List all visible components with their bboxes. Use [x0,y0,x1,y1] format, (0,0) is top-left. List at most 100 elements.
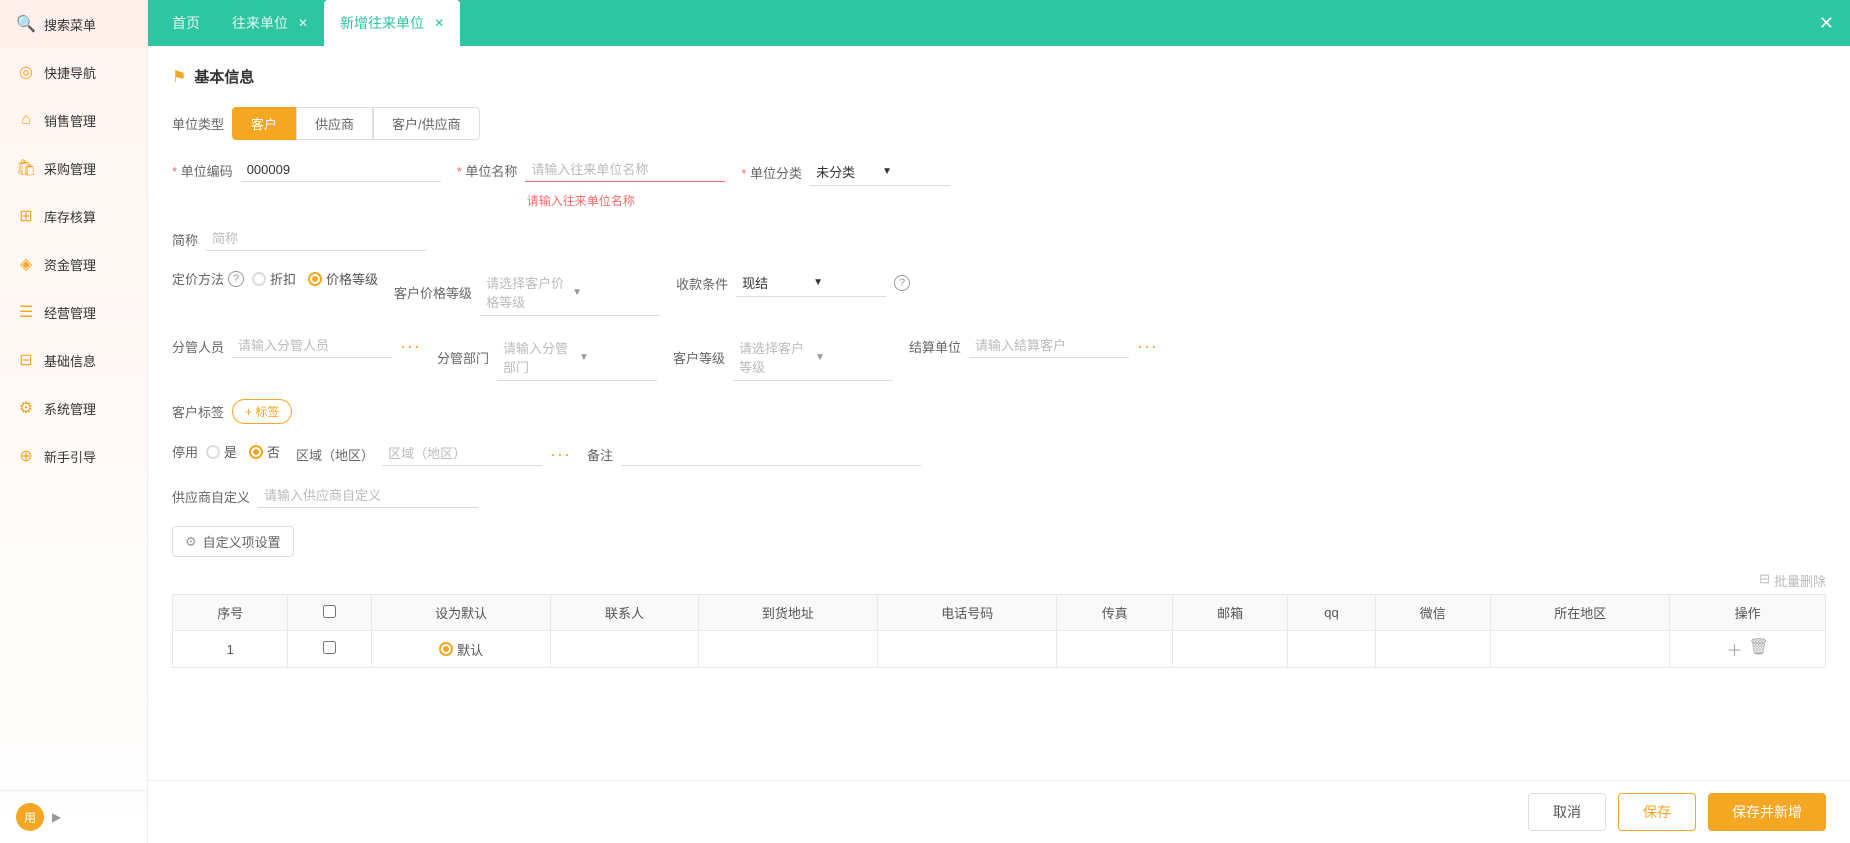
tab-new-contact-close[interactable]: ✕ [434,16,444,30]
sidebar-item-inventory[interactable]: ⊞ 库存核算 [0,192,147,240]
pricing-discount-option[interactable]: 折扣 [252,269,296,288]
tags-group: 客户标签 + 标签 [172,399,292,424]
tags-row: 客户标签 + 标签 [172,399,1826,424]
payment-help-icon[interactable]: ? [894,275,910,291]
pricing-level-option[interactable]: 价格等级 [308,269,378,288]
pricing-row: 定价方法 ? 折扣 价格等级 客户价格等级 请选择客户价 [172,269,1826,316]
sidebar-item-operations[interactable]: ☰ 经营管理 [0,288,147,336]
row-seq: 1 [173,631,288,668]
unit-type-row: 单位类型 客户 供应商 客户/供应商 [172,107,1826,140]
select-all-checkbox[interactable] [323,605,336,618]
unit-category-select[interactable]: 未分类 ▼ [810,158,950,186]
col-wechat: 微信 [1375,595,1490,631]
type-btn-both[interactable]: 客户/供应商 [373,107,480,140]
custom-settings-button[interactable]: ⚙ 自定义项设置 [172,526,294,557]
region-more-btn[interactable]: ··· [550,444,571,465]
cancel-button[interactable]: 取消 [1528,793,1606,831]
type-btn-customer[interactable]: 客户 [232,107,296,140]
tab-contacts-close[interactable]: ✕ [298,16,308,30]
chevron-down-icon: ▼ [572,287,654,298]
save-button[interactable]: 保存 [1618,793,1696,831]
row-delete-icon[interactable]: 🗑 [1749,637,1769,661]
row-phone [878,631,1057,668]
sidebar-item-sales[interactable]: ⌂ 销售管理 [0,96,147,144]
disabled-radio-group: 是 否 [206,442,280,461]
default-radio[interactable] [439,642,453,656]
tab-contacts[interactable]: 往来单位 ✕ [216,0,324,46]
manager-input[interactable] [232,334,392,358]
row-fax [1057,631,1172,668]
unit-category-group: 单位分类 未分类 ▼ [741,158,950,186]
col-seq: 序号 [173,595,288,631]
pricing-help-icon[interactable]: ? [228,271,244,287]
sidebar-item-basic[interactable]: ⊟ 基础信息 [0,336,147,384]
sidebar-item-system[interactable]: ⚙ 系统管理 [0,384,147,432]
pricing-radio-group: 折扣 价格等级 [252,269,378,288]
close-all-tabs-icon[interactable]: ✕ [1819,14,1834,32]
payment-select[interactable]: 现结 ▼ [736,269,886,297]
pricing-discount-radio [252,272,266,286]
disabled-group: 停用 是 否 [172,442,280,461]
sidebar-item-guide[interactable]: ⊕ 新手引导 [0,432,147,480]
sidebar-item-quicknav[interactable]: ◎ 快捷导航 [0,48,147,96]
save-new-button[interactable]: 保存并新增 [1708,793,1826,831]
unit-code-input[interactable] [241,158,441,182]
manager-group: 分管人员 ··· [172,334,421,358]
remark-input[interactable] [621,442,921,466]
settlement-input[interactable] [969,334,1129,358]
region-input[interactable] [382,442,542,466]
add-tag-button[interactable]: + 标签 [232,399,292,424]
unit-type-label: 单位类型 [172,114,224,133]
col-fax: 传真 [1057,595,1172,631]
batch-delete-icon: ⊟ [1759,571,1770,590]
tab-home[interactable]: 首页 [156,0,216,46]
col-contact: 联系人 [551,595,698,631]
row-contact [551,631,698,668]
disabled-yes-option[interactable]: 是 [206,442,237,461]
col-action: 操作 [1670,595,1826,631]
supplier-custom-input[interactable] [258,484,478,508]
customer-price-group: 客户价格等级 请选择客户价格等级 ▼ [394,269,660,316]
sidebar-item-purchase[interactable]: 🛍 采购管理 [0,144,147,192]
unit-type-group: 单位类型 客户 供应商 客户/供应商 [172,107,480,140]
sidebar-item-search[interactable]: 🔍 搜索菜单 [0,0,147,48]
sidebar-item-finance[interactable]: ◈ 资金管理 [0,240,147,288]
manager-more-btn[interactable]: ··· [400,336,421,357]
chevron-down-icon: ▼ [813,277,880,288]
purchase-icon: 🛍 [16,158,36,178]
avatar: 用 [16,803,44,831]
abbr-input[interactable] [206,227,426,251]
guide-icon: ⊕ [16,446,36,466]
type-btn-supplier[interactable]: 供应商 [296,107,373,140]
disabled-label: 停用 [172,442,198,461]
inventory-icon: ⊞ [16,206,36,226]
disabled-no-option[interactable]: 否 [249,442,280,461]
basic-icon: ⊟ [16,350,36,370]
batch-delete-label[interactable]: 批量删除 [1774,571,1826,590]
row-add-icon[interactable]: ＋ [1727,637,1743,661]
pricing-level-radio [308,272,322,286]
manager-label: 分管人员 [172,337,224,356]
disabled-region-row: 停用 是 否 区域（地区） ··· 备注 [172,442,1826,466]
tab-new-contact[interactable]: 新增往来单位 ✕ [324,0,460,46]
content-area: ⚑ 基本信息 单位类型 客户 供应商 客户/供应商 单位编码 单位名称 [148,46,1850,780]
customer-level-select[interactable]: 请选择客户等级 ▼ [733,334,893,381]
section-header: ⚑ 基本信息 [172,66,1826,87]
unit-name-error: 请输入往来单位名称 [527,192,635,209]
sidebar: 🔍 搜索菜单 ◎ 快捷导航 ⌂ 销售管理 🛍 采购管理 ⊞ 库存核算 ◈ 资金管… [0,0,148,843]
footer: 取消 保存 保存并新增 [148,780,1850,843]
row-checkbox[interactable] [323,641,336,654]
col-qq: qq [1288,595,1375,631]
dept-group: 分管部门 请输入分管部门 ▼ [437,334,657,381]
unit-name-input[interactable] [525,158,725,182]
payment-label: 收款条件 [676,274,728,293]
quicknav-icon: ◎ [16,62,36,82]
row-address [698,631,877,668]
row-region [1491,631,1670,668]
dept-select[interactable]: 请输入分管部门 ▼ [497,334,657,381]
supplier-custom-group: 供应商自定义 [172,484,478,508]
abbr-row: 简称 [172,227,1826,251]
abbr-label: 简称 [172,230,198,249]
customer-price-select[interactable]: 请选择客户价格等级 ▼ [480,269,660,316]
settlement-more-btn[interactable]: ··· [1137,336,1158,357]
